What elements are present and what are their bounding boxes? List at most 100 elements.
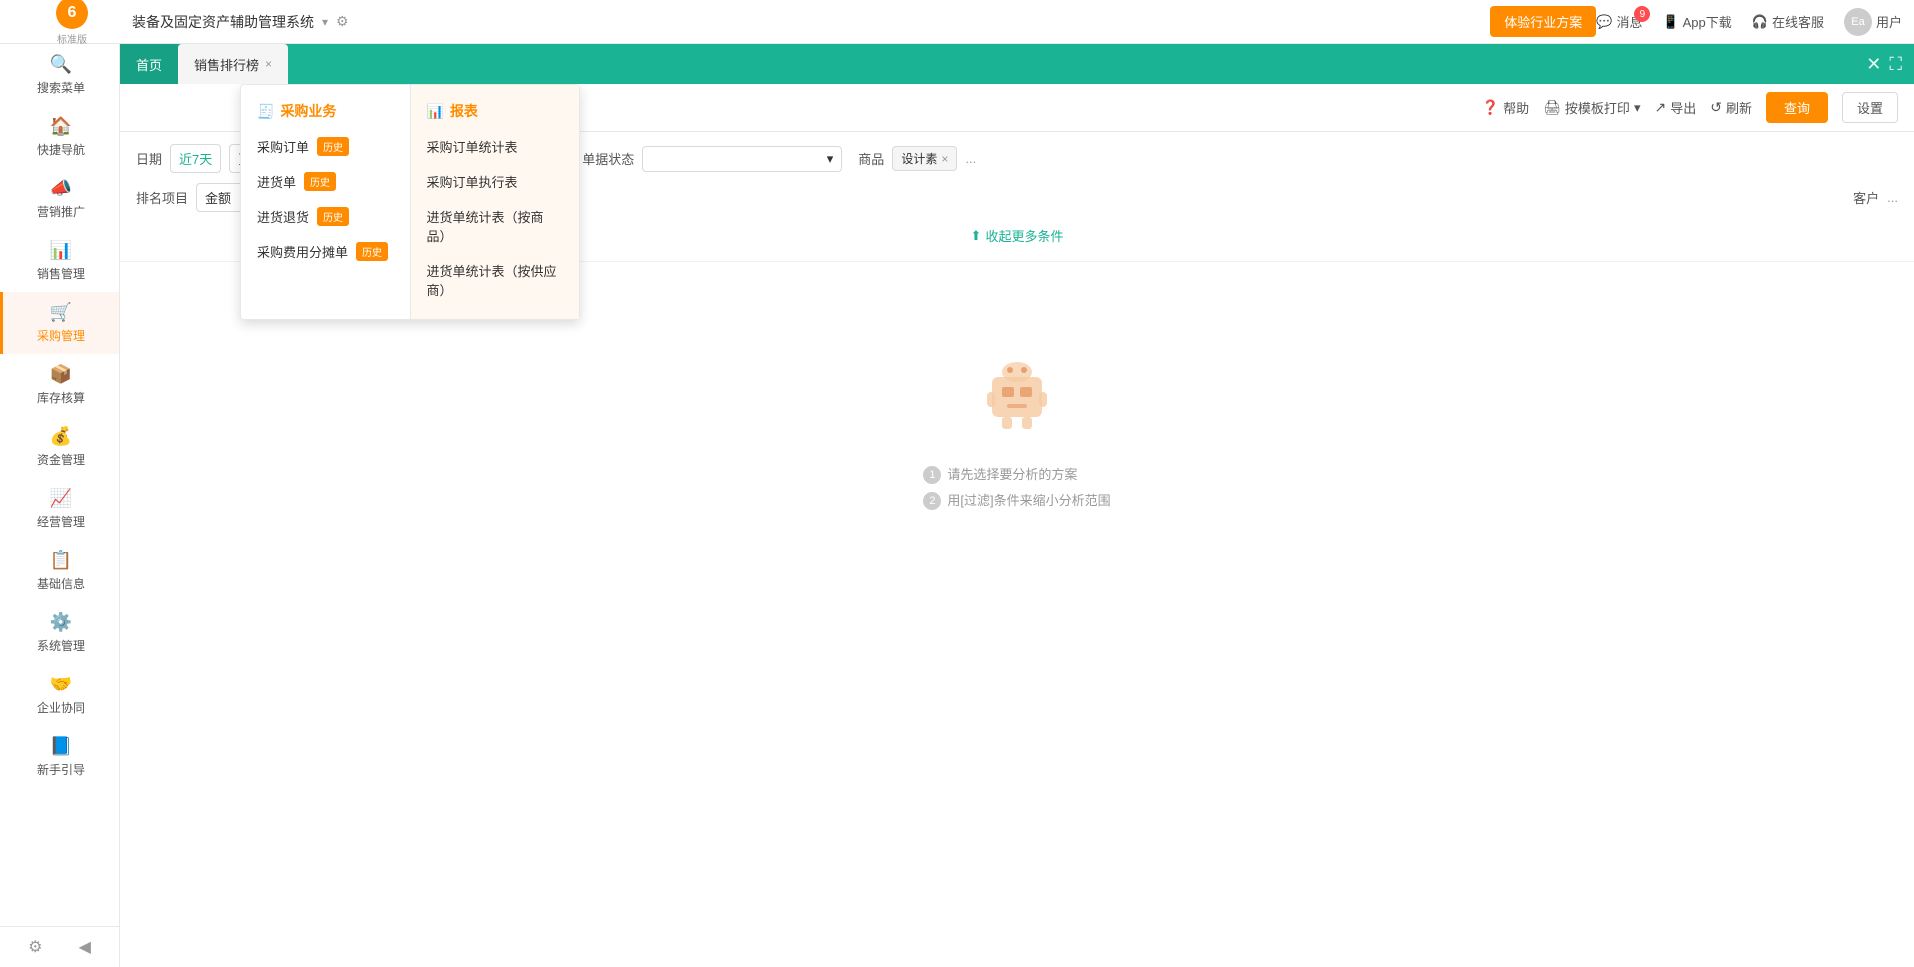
- sidebar-label-finance: 资金管理: [37, 451, 85, 468]
- refresh-btn[interactable]: ↺ 刷新: [1710, 98, 1752, 117]
- avatar: Ea: [1844, 8, 1872, 36]
- marketing-icon: 📣: [50, 178, 72, 199]
- operations-icon: 📈: [50, 488, 72, 509]
- phone-icon: 📱: [1662, 14, 1678, 30]
- finance-icon: 💰: [50, 426, 72, 447]
- logo-icon: 6: [56, 0, 88, 29]
- online-service-item[interactable]: 🎧 在线客服: [1752, 12, 1824, 31]
- tab-home[interactable]: 首页: [120, 44, 178, 84]
- sidebar-item-marketing[interactable]: 📣 营销推广: [0, 168, 119, 230]
- goods-tag-close[interactable]: ×: [941, 152, 948, 166]
- date-label: 日期: [136, 149, 162, 168]
- sidebar-item-guide[interactable]: 📘 新手引导: [0, 726, 119, 788]
- sidebar-item-purchase[interactable]: 🛒 采购管理: [0, 292, 119, 354]
- tab-sales-rank-close[interactable]: ×: [265, 57, 272, 71]
- query-btn[interactable]: 查询: [1766, 92, 1828, 123]
- inbound-stats-goods-label: 进货单统计表（按商品）: [427, 207, 564, 245]
- tip-text-1: 请先选择要分析的方案: [947, 462, 1077, 488]
- menu-item-purchase-order[interactable]: 采购订单 历史: [241, 129, 410, 164]
- menu-item-inbound-stats-goods[interactable]: 进货单统计表（按商品）: [411, 199, 580, 253]
- menu-item-expense[interactable]: 采购费用分摊单 历史: [241, 234, 410, 269]
- notification-item[interactable]: 💬 消息 9: [1596, 12, 1642, 31]
- rank-value: 金额: [205, 188, 231, 207]
- collapse-arrow-icon: ⬆: [971, 228, 982, 244]
- doc-status-select[interactable]: ▾: [642, 146, 842, 172]
- system-title-text: 装备及固定资产辅助管理系统: [132, 12, 314, 32]
- menu-item-order-exec[interactable]: 采购订单执行表: [411, 164, 580, 199]
- menu-item-order-stats[interactable]: 采购订单统计表: [411, 129, 580, 164]
- sidebar-item-system[interactable]: ⚙️ 系统管理: [0, 602, 119, 664]
- goods-tag-text: 设计素: [901, 150, 937, 167]
- notification-badge: 9: [1634, 6, 1650, 22]
- tab-close-btn[interactable]: ✕: [1866, 54, 1881, 75]
- purchase-section-title: 采购业务: [280, 101, 336, 121]
- tab-fullscreen-btn[interactable]: ⛶: [1889, 54, 1902, 75]
- inbound-history[interactable]: 历史: [304, 172, 336, 191]
- app-download-label: App下载: [1683, 12, 1732, 31]
- sidebar-label-system: 系统管理: [37, 637, 85, 654]
- notification-icon: 💬: [1596, 14, 1612, 30]
- empty-tips: 1 请先选择要分析的方案 2 用[过滤]条件来缩小分析范围: [923, 462, 1110, 514]
- sidebar-item-warehouse[interactable]: 📦 库存核算: [0, 354, 119, 416]
- purchase-order-label: 采购订单: [257, 137, 309, 156]
- sidebar-label-guide: 新手引导: [37, 761, 85, 778]
- refresh-icon: ↺: [1710, 99, 1722, 116]
- customer-label: 客户: [1853, 188, 1879, 207]
- empty-tip-2: 2 用[过滤]条件来缩小分析范围: [923, 488, 1110, 514]
- sidebar-item-search[interactable]: 🔍 搜索菜单: [0, 44, 119, 106]
- sidebar-item-cooperation[interactable]: 🤝 企业协同: [0, 664, 119, 726]
- collapse-btn[interactable]: ⬆ 收起更多条件: [967, 222, 1068, 249]
- help-label: 帮助: [1503, 98, 1529, 117]
- title-dropdown-arrow[interactable]: ▾: [322, 15, 328, 29]
- search-icon: 🔍: [50, 54, 72, 75]
- sidebar-label-marketing: 营销推广: [37, 203, 85, 220]
- purchase-order-history[interactable]: 历史: [317, 137, 349, 156]
- settings-filter-btn[interactable]: 设置: [1842, 92, 1898, 123]
- goods-more[interactable]: ...: [965, 151, 976, 166]
- expense-label: 采购费用分摊单: [257, 242, 348, 261]
- tab-home-label: 首页: [136, 55, 162, 74]
- return-history[interactable]: 历史: [317, 207, 349, 226]
- sidebar-collapse-btn[interactable]: ◀: [79, 937, 91, 957]
- menu-item-return[interactable]: 进货退货 历史: [241, 199, 410, 234]
- sidebar-item-finance[interactable]: 💰 资金管理: [0, 416, 119, 478]
- purchase-section-header: 🧾 采购业务: [241, 97, 410, 129]
- purchase-dropdown-menu: 🧾 采购业务 采购订单 历史 进货单 历史 进货退货: [240, 84, 580, 320]
- date-shortcut-7days[interactable]: 近7天: [170, 144, 221, 173]
- export-btn[interactable]: ↗ 导出: [1654, 98, 1696, 117]
- help-btn[interactable]: ❓ 帮助: [1482, 98, 1529, 117]
- sidebar-item-basic[interactable]: 📋 基础信息: [0, 540, 119, 602]
- guide-icon: 📘: [50, 736, 72, 757]
- app-download-item[interactable]: 📱 App下载: [1662, 12, 1731, 31]
- filter-goods: 商品 设计素 × ...: [858, 146, 976, 171]
- sidebar-label-nav: 快捷导航: [37, 141, 85, 158]
- menu-item-inbound-stats-supplier[interactable]: 进货单统计表（按供应商）: [411, 253, 580, 307]
- sales-icon: 📊: [50, 240, 72, 261]
- industry-btn[interactable]: 体验行业方案: [1490, 6, 1596, 37]
- tab-bar: 首页 销售排行榜 × ✕ ⛶: [120, 44, 1914, 84]
- order-stats-label: 采购订单统计表: [427, 137, 518, 156]
- sidebar-item-nav[interactable]: 🏠 快捷导航: [0, 106, 119, 168]
- sidebar: 🔍 搜索菜单 🏠 快捷导航 📣 营销推广 📊 销售管理 🛒 采购管理 📦 库存核…: [0, 44, 120, 967]
- content-area: 首页 销售排行榜 × ✕ ⛶ ❓ 帮助 🖨 按模板打印: [120, 44, 1914, 967]
- print-btn[interactable]: 🖨 按模板打印 ▾: [1543, 98, 1640, 117]
- tab-sales-rank-label: 销售排行榜: [194, 55, 259, 74]
- order-exec-label: 采购订单执行表: [427, 172, 518, 191]
- customer-more[interactable]: ...: [1887, 190, 1898, 205]
- menu-item-inbound[interactable]: 进货单 历史: [241, 164, 410, 199]
- print-icon: 🖨: [1543, 99, 1561, 116]
- menu-section-purchase: 🧾 采购业务 采购订单 历史 进货单 历史 进货退货: [241, 85, 410, 319]
- sidebar-setting-btn[interactable]: ⚙: [28, 937, 42, 957]
- sidebar-item-operations[interactable]: 📈 经营管理: [0, 478, 119, 540]
- home-icon: 🏠: [50, 116, 72, 137]
- settings-icon[interactable]: ⚙: [336, 13, 349, 30]
- report-section-icon: 📊: [427, 103, 444, 120]
- expense-history[interactable]: 历史: [356, 242, 388, 261]
- return-label: 进货退货: [257, 207, 309, 226]
- tab-sales-rank[interactable]: 销售排行榜 ×: [178, 44, 288, 84]
- user-item[interactable]: Ea 用户: [1844, 8, 1902, 36]
- system-icon: ⚙️: [50, 612, 72, 633]
- sidebar-item-sales[interactable]: 📊 销售管理: [0, 230, 119, 292]
- system-title: 装备及固定资产辅助管理系统 ▾ ⚙: [132, 12, 1490, 32]
- sidebar-label-purchase: 采购管理: [37, 327, 85, 344]
